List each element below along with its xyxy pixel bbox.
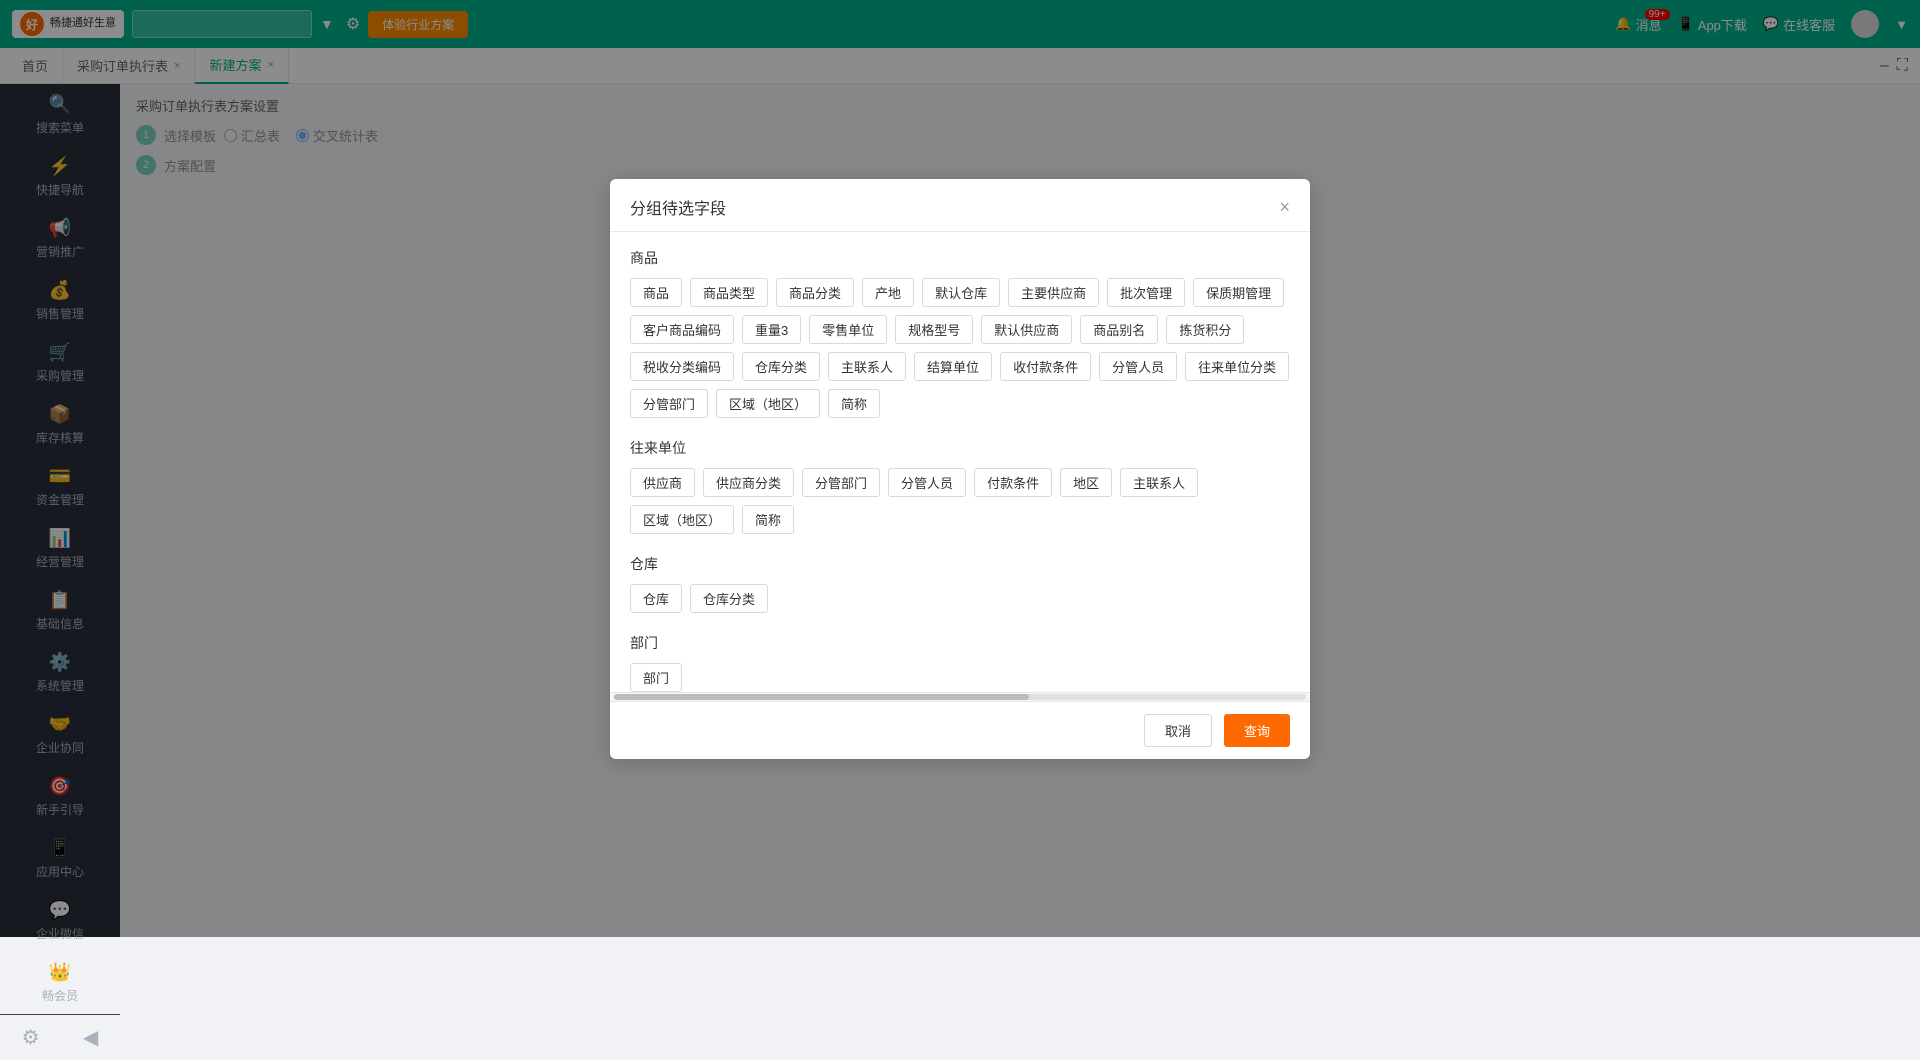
field-tag[interactable]: 主要供应商: [1008, 278, 1099, 307]
field-tag[interactable]: 零售单位: [809, 315, 887, 344]
field-tag[interactable]: 商品: [630, 278, 682, 307]
field-tag[interactable]: 规格型号: [895, 315, 973, 344]
section-department: 部门部门: [630, 633, 1290, 692]
field-tag[interactable]: 商品类型: [690, 278, 768, 307]
field-tag[interactable]: 保质期管理: [1193, 278, 1284, 307]
field-tag[interactable]: 部门: [630, 663, 682, 692]
field-tag[interactable]: 主联系人: [828, 352, 906, 381]
field-tag[interactable]: 默认供应商: [981, 315, 1072, 344]
modal-title: 分组待选字段: [630, 195, 726, 219]
field-tag[interactable]: 仓库分类: [742, 352, 820, 381]
field-tag[interactable]: 地区: [1060, 468, 1112, 497]
field-tag[interactable]: 商品别名: [1080, 315, 1158, 344]
field-tag[interactable]: 简称: [828, 389, 880, 418]
field-tag[interactable]: 仓库: [630, 584, 682, 613]
field-tag[interactable]: 分管部门: [802, 468, 880, 497]
field-tag[interactable]: 重量3: [742, 315, 801, 344]
field-tag[interactable]: 税收分类编码: [630, 352, 734, 381]
field-tag[interactable]: 批次管理: [1107, 278, 1185, 307]
hscroll-thumb: [614, 694, 1029, 700]
modal-body[interactable]: 商品商品商品类型商品分类产地默认仓库主要供应商批次管理保质期管理客户商品编码重量…: [610, 232, 1310, 692]
field-tag[interactable]: 产地: [862, 278, 914, 307]
modal-close-button[interactable]: ×: [1279, 198, 1290, 216]
field-tags-department: 部门: [630, 663, 1290, 692]
field-select-modal: 分组待选字段 × 商品商品商品类型商品分类产地默认仓库主要供应商批次管理保质期管…: [610, 179, 1310, 759]
cancel-button[interactable]: 取消: [1144, 714, 1212, 747]
field-tag[interactable]: 分管人员: [888, 468, 966, 497]
field-tag[interactable]: 分管部门: [630, 389, 708, 418]
field-tag[interactable]: 简称: [742, 505, 794, 534]
field-tag[interactable]: 客户商品编码: [630, 315, 734, 344]
sidebar-label-member: 畅会员: [42, 987, 78, 1004]
field-tag[interactable]: 默认仓库: [922, 278, 1000, 307]
sidebar-icon-member: 👑: [49, 962, 71, 983]
hscroll-track: [614, 694, 1306, 700]
modal-overlay: 分组待选字段 × 商品商品商品类型商品分类产地默认仓库主要供应商批次管理保质期管…: [0, 0, 1920, 937]
section-title-department: 部门: [630, 633, 1290, 653]
section-warehouse: 仓库仓库仓库分类: [630, 554, 1290, 613]
field-tag[interactable]: 往来单位分类: [1185, 352, 1289, 381]
section-partner: 往来单位供应商供应商分类分管部门分管人员付款条件地区主联系人区域（地区） 简称: [630, 438, 1290, 534]
sidebar-item-member[interactable]: 👑 畅会员: [0, 952, 120, 1014]
field-tag[interactable]: 主联系人: [1120, 468, 1198, 497]
section-title-warehouse: 仓库: [630, 554, 1290, 574]
field-tag[interactable]: 拣货积分: [1166, 315, 1244, 344]
sidebar-collapse-icon[interactable]: ◀: [83, 1025, 98, 1050]
field-tag[interactable]: 收付款条件: [1000, 352, 1091, 381]
modal-footer: 取消 查询: [610, 701, 1310, 759]
field-tag[interactable]: 结算单位: [914, 352, 992, 381]
confirm-button[interactable]: 查询: [1224, 714, 1290, 747]
modal-horizontal-scrollbar[interactable]: [610, 692, 1310, 701]
sidebar-settings-icon[interactable]: ⚙: [22, 1025, 40, 1050]
field-tags-partner: 供应商供应商分类分管部门分管人员付款条件地区主联系人区域（地区） 简称: [630, 468, 1290, 534]
section-title-partner: 往来单位: [630, 438, 1290, 458]
field-tag[interactable]: 区域（地区）: [716, 389, 820, 418]
field-tags-product: 商品商品类型商品分类产地默认仓库主要供应商批次管理保质期管理客户商品编码重量3 零…: [630, 278, 1290, 418]
field-tag[interactable]: 供应商分类: [703, 468, 794, 497]
modal-header: 分组待选字段 ×: [610, 179, 1310, 232]
field-tag[interactable]: 仓库分类: [690, 584, 768, 613]
section-product: 商品商品商品类型商品分类产地默认仓库主要供应商批次管理保质期管理客户商品编码重量…: [630, 248, 1290, 418]
field-tag[interactable]: 供应商: [630, 468, 695, 497]
field-tag[interactable]: 分管人员: [1099, 352, 1177, 381]
field-tag[interactable]: 付款条件: [974, 468, 1052, 497]
field-tags-warehouse: 仓库仓库分类: [630, 584, 1290, 613]
sidebar-bottom: ⚙ ◀: [0, 1014, 120, 1060]
section-title-product: 商品: [630, 248, 1290, 268]
field-tag[interactable]: 商品分类: [776, 278, 854, 307]
field-tag[interactable]: 区域（地区）: [630, 505, 734, 534]
